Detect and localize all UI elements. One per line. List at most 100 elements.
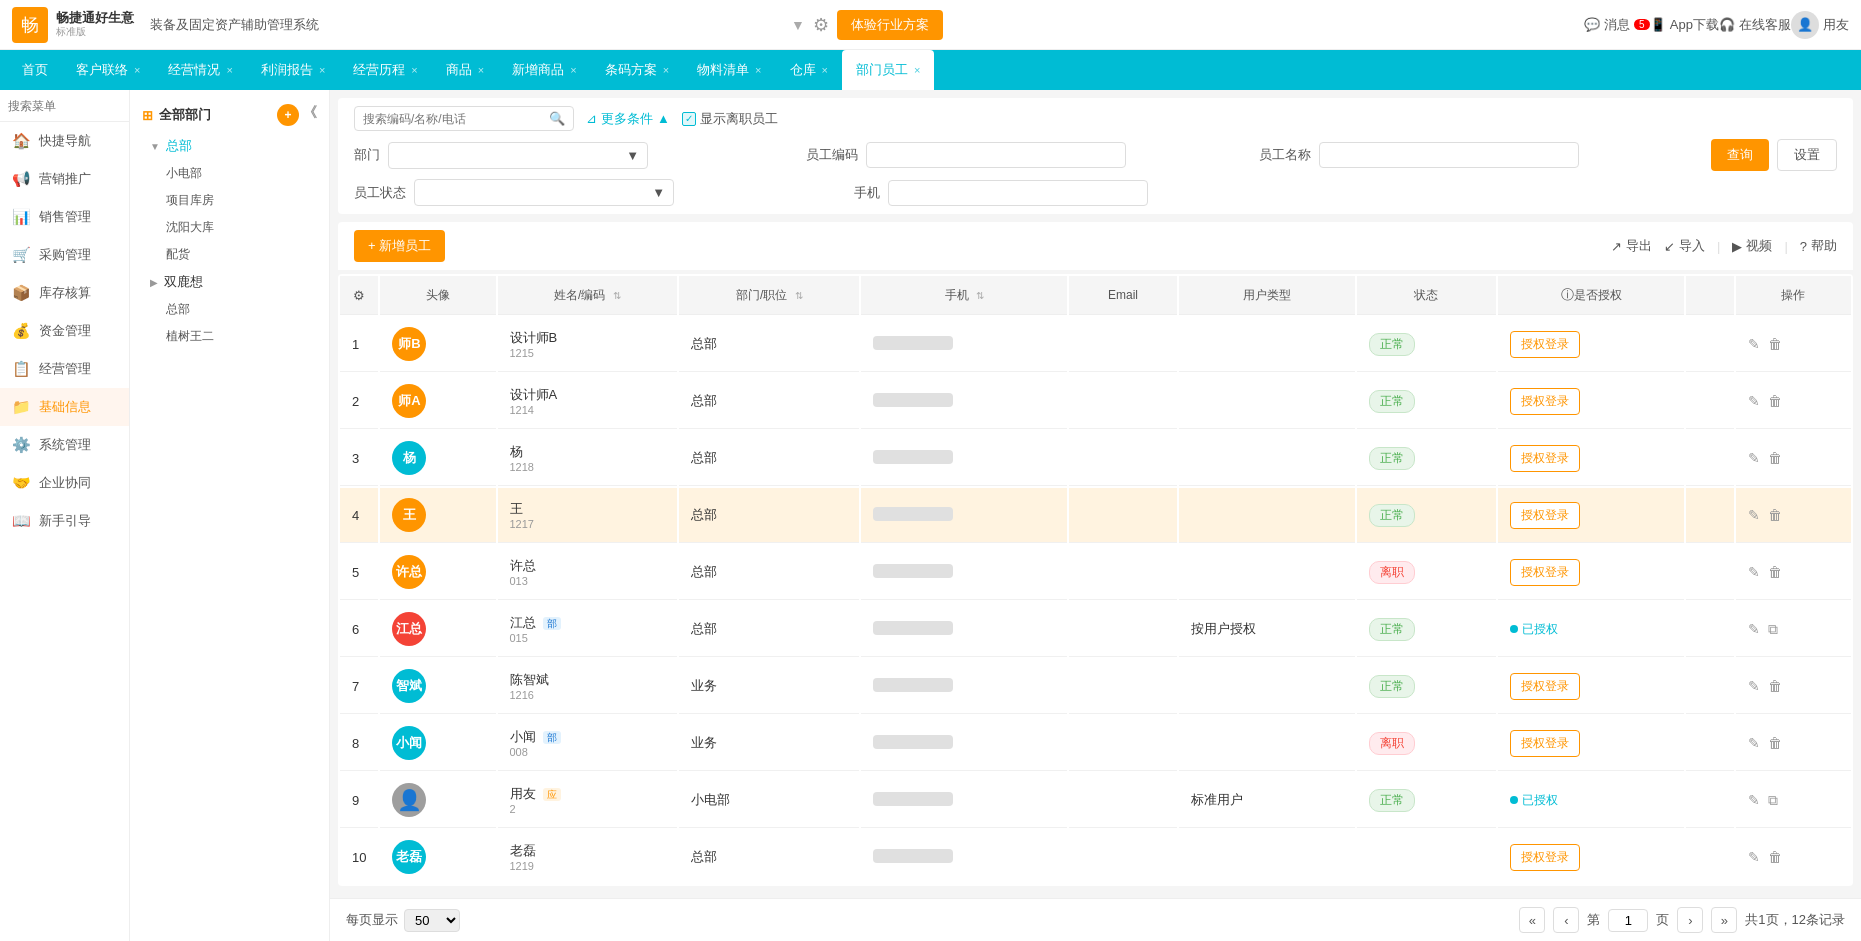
edit-icon[interactable]: ✎: [1748, 393, 1760, 409]
phone-input[interactable]: [888, 180, 1148, 206]
search-input[interactable]: [363, 112, 543, 126]
delete-icon[interactable]: 🗑: [1768, 849, 1782, 865]
sidebar-item-marketing[interactable]: 📢 营销推广: [0, 160, 129, 198]
auth-button[interactable]: 授权登录: [1510, 559, 1580, 586]
sidebar-item-guide[interactable]: 📖 新手引导: [0, 502, 129, 540]
tab-operation[interactable]: 经营情况 ×: [154, 50, 246, 90]
user-area[interactable]: 👤 用友: [1791, 11, 1849, 39]
emp-name-input[interactable]: [1319, 142, 1579, 168]
copy-icon[interactable]: ⧉: [1768, 621, 1778, 638]
last-page-button[interactable]: »: [1711, 907, 1737, 933]
dropdown-icon[interactable]: ▼: [791, 17, 805, 33]
app-download-button[interactable]: 📱 App下载: [1650, 16, 1719, 34]
close-icon[interactable]: ×: [755, 64, 761, 76]
close-icon[interactable]: ×: [478, 64, 484, 76]
emp-status-select[interactable]: ▼: [414, 179, 674, 206]
tab-history[interactable]: 经营历程 ×: [339, 50, 431, 90]
first-page-button[interactable]: «: [1519, 907, 1545, 933]
tab-goods[interactable]: 商品 ×: [432, 50, 498, 90]
gear-icon[interactable]: ⚙: [813, 14, 829, 36]
message-button[interactable]: 💬 消息 5: [1584, 16, 1650, 34]
close-icon[interactable]: ×: [822, 64, 828, 76]
trial-button[interactable]: 体验行业方案: [837, 10, 943, 40]
auth-button[interactable]: 授权登录: [1510, 673, 1580, 700]
edit-icon[interactable]: ✎: [1748, 336, 1760, 352]
sort-icon[interactable]: ⇅: [976, 290, 984, 301]
dept-select[interactable]: ▼: [388, 142, 648, 169]
edit-icon[interactable]: ✎: [1748, 450, 1760, 466]
auth-button[interactable]: 授权登录: [1510, 502, 1580, 529]
edit-icon[interactable]: ✎: [1748, 564, 1760, 580]
sidebar-item-system[interactable]: ⚙️ 系统管理: [0, 426, 129, 464]
close-icon[interactable]: ×: [319, 64, 325, 76]
sidebar-search-input[interactable]: [8, 99, 130, 113]
show-resigned-toggle[interactable]: ✓ 显示离职员工: [682, 110, 778, 128]
close-icon[interactable]: ×: [226, 64, 232, 76]
sidebar-item-quick-nav[interactable]: 🏠 快捷导航: [0, 122, 129, 160]
more-conditions-button[interactable]: ⊿ 更多条件 ▲: [586, 110, 670, 128]
sidebar-item-basic-info[interactable]: 📁 基础信息: [0, 388, 129, 426]
next-page-button[interactable]: ›: [1677, 907, 1703, 933]
search-icon[interactable]: 🔍: [549, 111, 565, 126]
dept-node-headquarters-top[interactable]: ▼总部: [130, 132, 329, 160]
setting-button[interactable]: 设置: [1777, 139, 1837, 171]
per-page-select[interactable]: 50 100: [404, 909, 460, 932]
tab-profit[interactable]: 利润报告 ×: [247, 50, 339, 90]
close-icon[interactable]: ×: [570, 64, 576, 76]
delete-icon[interactable]: 🗑: [1768, 450, 1782, 466]
online-service-button[interactable]: 🎧 在线客服: [1719, 16, 1791, 34]
delete-icon[interactable]: 🗑: [1768, 678, 1782, 694]
emp-code-input[interactable]: [866, 142, 1126, 168]
edit-icon[interactable]: ✎: [1748, 507, 1760, 523]
delete-icon[interactable]: 🗑: [1768, 393, 1782, 409]
view-button[interactable]: ▶ 视频: [1732, 237, 1772, 255]
delete-icon[interactable]: 🗑: [1768, 564, 1782, 580]
close-icon[interactable]: ×: [914, 64, 920, 76]
tab-dept-employee[interactable]: 部门员工 ×: [842, 50, 934, 90]
help-button[interactable]: ? 帮助: [1800, 237, 1837, 255]
sidebar-item-purchase[interactable]: 🛒 采购管理: [0, 236, 129, 274]
close-icon[interactable]: ×: [134, 64, 140, 76]
tab-home[interactable]: 首页: [8, 50, 62, 90]
tab-barcode[interactable]: 条码方案 ×: [591, 50, 683, 90]
sort-icon[interactable]: ⇅: [613, 290, 621, 301]
add-employee-button[interactable]: + 新增员工: [354, 230, 445, 262]
auth-button[interactable]: 授权登录: [1510, 730, 1580, 757]
tab-customer[interactable]: 客户联络 ×: [62, 50, 154, 90]
edit-icon[interactable]: ✎: [1748, 678, 1760, 694]
close-icon[interactable]: ×: [411, 64, 417, 76]
prev-page-button[interactable]: ‹: [1553, 907, 1579, 933]
copy-icon[interactable]: ⧉: [1768, 792, 1778, 809]
edit-icon[interactable]: ✎: [1748, 792, 1760, 808]
sort-icon[interactable]: ⇅: [795, 290, 803, 301]
sidebar-item-operation-mgmt[interactable]: 📋 经营管理: [0, 350, 129, 388]
sidebar-item-inventory[interactable]: 📦 库存核算: [0, 274, 129, 312]
dept-collapse-button[interactable]: 《: [303, 104, 317, 126]
dept-node-shenyang[interactable]: 沈阳大库: [130, 214, 329, 241]
edit-icon[interactable]: ✎: [1748, 849, 1760, 865]
dept-node-planting-wang[interactable]: 植树王二: [130, 323, 329, 350]
query-button[interactable]: 查询: [1711, 139, 1769, 171]
dept-node-headquarters-sub[interactable]: 总部: [130, 296, 329, 323]
dept-node-shuanglu[interactable]: ▶双鹿想: [130, 268, 329, 296]
tab-new-goods[interactable]: 新增商品 ×: [498, 50, 590, 90]
tab-bom[interactable]: 物料清单 ×: [683, 50, 775, 90]
dept-node-small-electric[interactable]: 小电部: [130, 160, 329, 187]
import-button[interactable]: ↙ 导入: [1664, 237, 1705, 255]
auth-button[interactable]: 授权登录: [1510, 445, 1580, 472]
edit-icon[interactable]: ✎: [1748, 621, 1760, 637]
dept-node-project-warehouse[interactable]: 项目库房: [130, 187, 329, 214]
delete-icon[interactable]: 🗑: [1768, 507, 1782, 523]
tab-warehouse[interactable]: 仓库 ×: [776, 50, 842, 90]
auth-button[interactable]: 授权登录: [1510, 331, 1580, 358]
export-button[interactable]: ↗ 导出: [1611, 237, 1652, 255]
dept-add-button[interactable]: +: [277, 104, 299, 126]
auth-button[interactable]: 授权登录: [1510, 844, 1580, 871]
delete-icon[interactable]: 🗑: [1768, 735, 1782, 751]
edit-icon[interactable]: ✎: [1748, 735, 1760, 751]
sidebar-item-finance[interactable]: 💰 资金管理: [0, 312, 129, 350]
sidebar-item-sales[interactable]: 📊 销售管理: [0, 198, 129, 236]
auth-button[interactable]: 授权登录: [1510, 388, 1580, 415]
delete-icon[interactable]: 🗑: [1768, 336, 1782, 352]
page-number-input[interactable]: [1608, 909, 1648, 932]
